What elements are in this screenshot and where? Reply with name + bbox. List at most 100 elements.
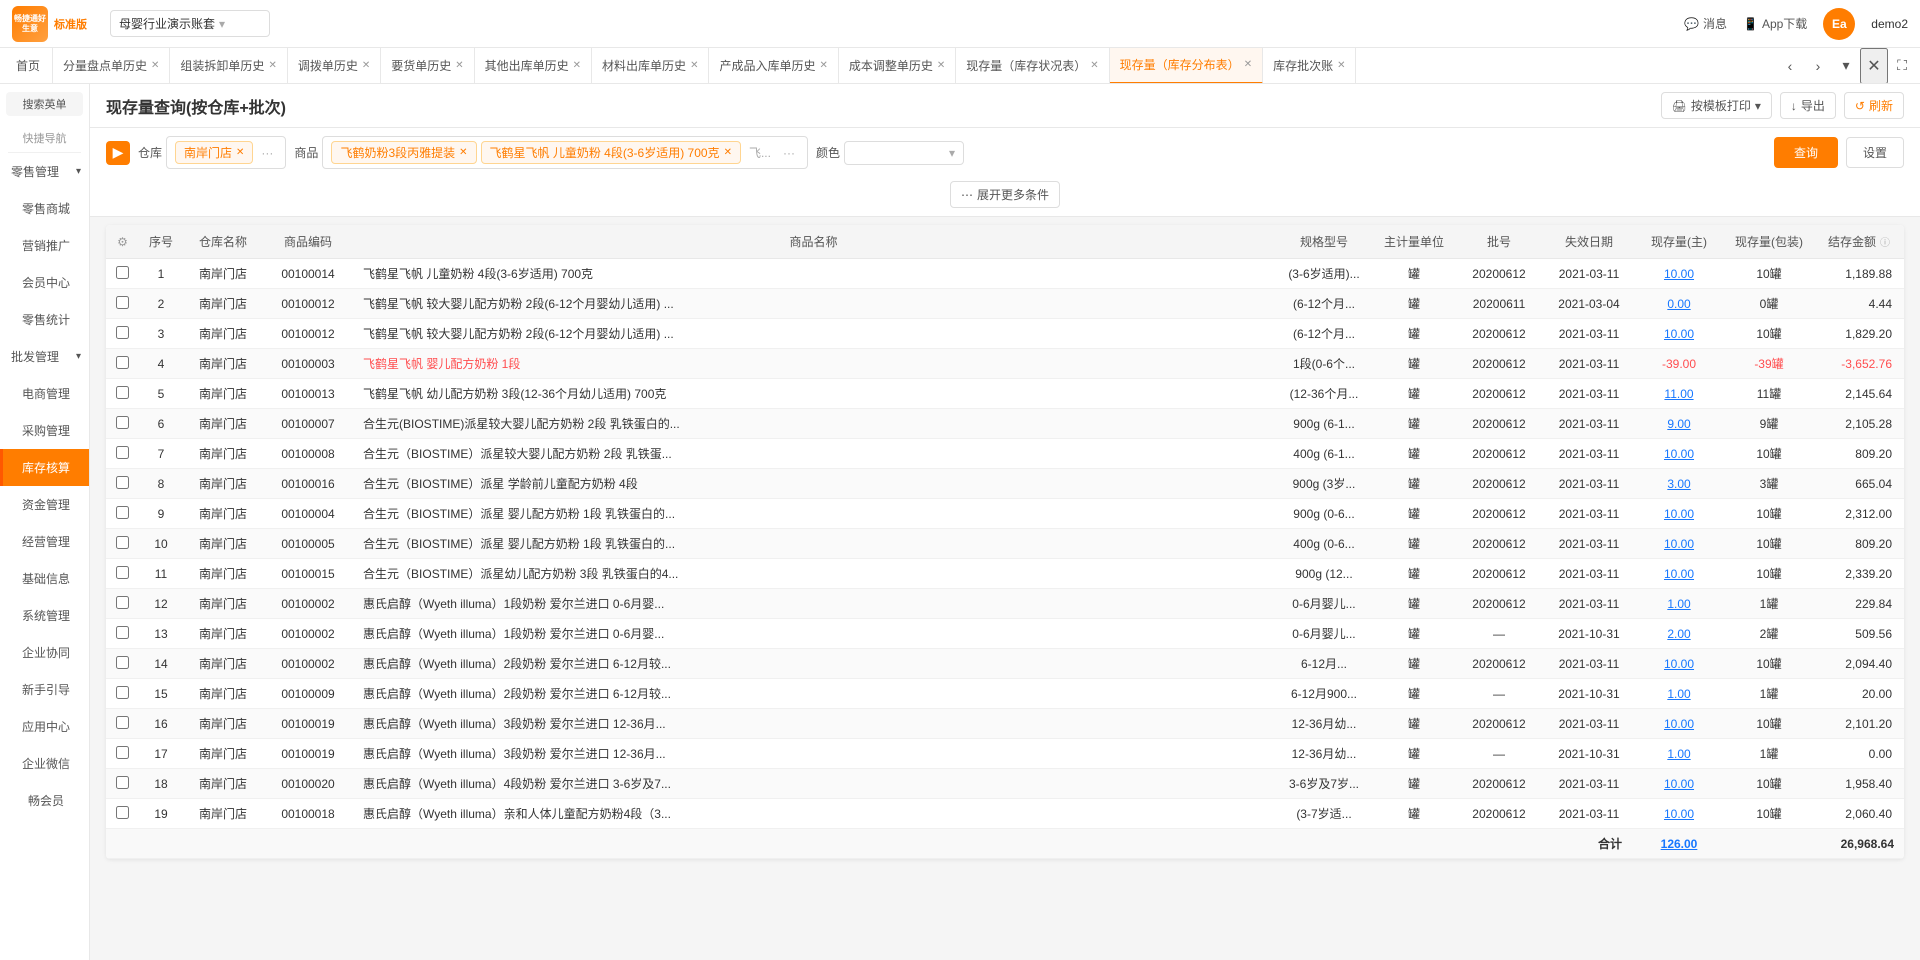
sidebar-item-marketing[interactable]: 营销推广 — [0, 227, 89, 264]
sidebar-item-stock-check[interactable]: 库存核算 — [0, 449, 89, 486]
tab-mixing-history[interactable]: 调拨单历史 ✕ — [288, 48, 381, 84]
product-more-icon[interactable]: ··· — [779, 146, 799, 160]
sidebar-item-basic-info[interactable]: 基础信息 — [0, 560, 89, 597]
td-stock-main[interactable]: 11.00 — [1634, 379, 1724, 409]
td-check[interactable] — [106, 259, 139, 289]
sidebar-item-retail-store[interactable]: 零售商城 — [0, 190, 89, 227]
td-check[interactable] — [106, 319, 139, 349]
td-stock-main[interactable]: 10.00 — [1634, 799, 1724, 829]
tab-close-icon[interactable]: ✕ — [268, 60, 276, 71]
tab-product-inbound[interactable]: 产成品入库单历史 ✕ — [709, 48, 838, 84]
tab-stock-dist[interactable]: 现存量（库存分布表） ✕ — [1110, 48, 1263, 84]
warehouse-tag-close-icon[interactable]: ✕ — [236, 147, 244, 158]
td-check[interactable] — [106, 619, 139, 649]
product-input[interactable]: 飞鹤奶粉3段丙雅提装 ✕ 飞鹤星飞帆 儿童奶粉 4段(3-6岁适用) 700克 … — [322, 136, 808, 169]
sidebar-item-retail-stats[interactable]: 零售统计 — [0, 301, 89, 338]
td-stock-main[interactable]: 10.00 — [1634, 259, 1724, 289]
td-check[interactable] — [106, 679, 139, 709]
info-icon[interactable]: ⓘ — [1880, 234, 1890, 249]
td-check[interactable] — [106, 769, 139, 799]
refresh-btn[interactable]: ↺ 刷新 — [1844, 92, 1904, 119]
tab-goods-history[interactable]: 要货单历史 ✕ — [381, 48, 474, 84]
td-stock-main[interactable]: 10.00 — [1634, 439, 1724, 469]
sidebar-item-app-center[interactable]: 应用中心 — [0, 708, 89, 745]
td-stock-main[interactable]: 0.00 — [1634, 289, 1724, 319]
td-check[interactable] — [106, 469, 139, 499]
td-check[interactable] — [106, 739, 139, 769]
tab-close-icon[interactable]: ✕ — [1090, 60, 1098, 71]
td-check[interactable] — [106, 439, 139, 469]
row-checkbox[interactable] — [116, 536, 129, 549]
td-check[interactable] — [106, 379, 139, 409]
row-checkbox[interactable] — [116, 446, 129, 459]
td-stock-main[interactable]: 2.00 — [1634, 619, 1724, 649]
td-check[interactable] — [106, 589, 139, 619]
search-input[interactable]: 搜索英单 — [6, 92, 83, 116]
sidebar-item-purchase-mgmt[interactable]: 采购管理 — [0, 412, 89, 449]
sidebar-item-finance-mgmt[interactable]: 资金管理 — [0, 486, 89, 523]
td-stock-main[interactable]: 10.00 — [1634, 529, 1724, 559]
tab-batch-account[interactable]: 库存批次账 ✕ — [1263, 48, 1356, 84]
product-tag-1-close-icon[interactable]: ✕ — [459, 147, 467, 158]
sidebar-item-ops-mgmt[interactable]: 经营管理 — [0, 523, 89, 560]
row-checkbox[interactable] — [116, 326, 129, 339]
td-stock-main[interactable]: 10.00 — [1634, 709, 1724, 739]
tab-close-icon[interactable]: ✕ — [819, 60, 827, 71]
row-checkbox[interactable] — [116, 416, 129, 429]
tab-close-icon[interactable]: ✕ — [151, 60, 159, 71]
td-stock-main[interactable]: 1.00 — [1634, 679, 1724, 709]
row-checkbox[interactable] — [116, 776, 129, 789]
td-stock-main[interactable]: 3.00 — [1634, 469, 1724, 499]
row-checkbox[interactable] — [116, 356, 129, 369]
tab-disassemble-history[interactable]: 组装拆卸单历史 ✕ — [170, 48, 287, 84]
sidebar-item-vip-member[interactable]: 畅会员 — [0, 782, 89, 819]
tab-stock-status[interactable]: 现存量（库存状况表） ✕ — [956, 48, 1109, 84]
td-check[interactable] — [106, 649, 139, 679]
filter-toggle-btn[interactable]: ▶ — [106, 141, 130, 165]
td-stock-main[interactable]: 1.00 — [1634, 589, 1724, 619]
tab-home[interactable]: 首页 — [4, 48, 53, 84]
td-stock-main[interactable]: 1.00 — [1634, 739, 1724, 769]
company-selector[interactable]: 母婴行业演示账套 ▾ — [110, 10, 270, 37]
row-checkbox[interactable] — [116, 386, 129, 399]
query-btn[interactable]: 查询 — [1774, 137, 1838, 168]
row-checkbox[interactable] — [116, 746, 129, 759]
tab-close-icon[interactable]: ✕ — [362, 60, 370, 71]
row-checkbox[interactable] — [116, 476, 129, 489]
td-stock-main[interactable]: 10.00 — [1634, 649, 1724, 679]
product-tag-2-close-icon[interactable]: ✕ — [724, 147, 732, 158]
sidebar-item-enterprise-collab[interactable]: 企业协同 — [0, 634, 89, 671]
sidebar-item-system-mgmt[interactable]: 系统管理 — [0, 597, 89, 634]
export-btn[interactable]: ↓ 导出 — [1780, 92, 1836, 119]
row-checkbox[interactable] — [116, 596, 129, 609]
row-checkbox[interactable] — [116, 506, 129, 519]
tab-close-icon[interactable]: ✕ — [1337, 60, 1345, 71]
message-btn[interactable]: 💬 消息 — [1684, 15, 1727, 32]
settings-icon[interactable]: ⚙ — [117, 235, 128, 249]
sidebar-item-retail-mgmt[interactable]: 零售管理 ▾ — [0, 153, 89, 190]
row-checkbox[interactable] — [116, 566, 129, 579]
warehouse-more-icon[interactable]: ··· — [257, 146, 277, 160]
tab-split-history[interactable]: 分量盘点单历史 ✕ — [53, 48, 170, 84]
tab-close-icon[interactable]: ✕ — [690, 60, 698, 71]
td-check[interactable] — [106, 529, 139, 559]
row-checkbox[interactable] — [116, 296, 129, 309]
color-input[interactable]: ▾ — [844, 141, 964, 165]
row-checkbox[interactable] — [116, 266, 129, 279]
tab-close-icon[interactable]: ✕ — [455, 60, 463, 71]
td-check[interactable] — [106, 559, 139, 589]
tab-scroll-left-btn[interactable]: ‹ — [1776, 48, 1804, 84]
td-check[interactable] — [106, 709, 139, 739]
td-stock-main[interactable]: 10.00 — [1634, 559, 1724, 589]
td-check[interactable] — [106, 349, 139, 379]
td-stock-main[interactable]: 10.00 — [1634, 499, 1724, 529]
row-checkbox[interactable] — [116, 686, 129, 699]
row-checkbox[interactable] — [116, 716, 129, 729]
td-check[interactable] — [106, 499, 139, 529]
sidebar-item-enterprise-wechat[interactable]: 企业微信 — [0, 745, 89, 782]
row-checkbox[interactable] — [116, 656, 129, 669]
td-check[interactable] — [106, 289, 139, 319]
row-checkbox[interactable] — [116, 806, 129, 819]
app-download-btn[interactable]: 📱 App下载 — [1743, 15, 1807, 32]
tab-close-icon[interactable]: ✕ — [1244, 59, 1252, 70]
